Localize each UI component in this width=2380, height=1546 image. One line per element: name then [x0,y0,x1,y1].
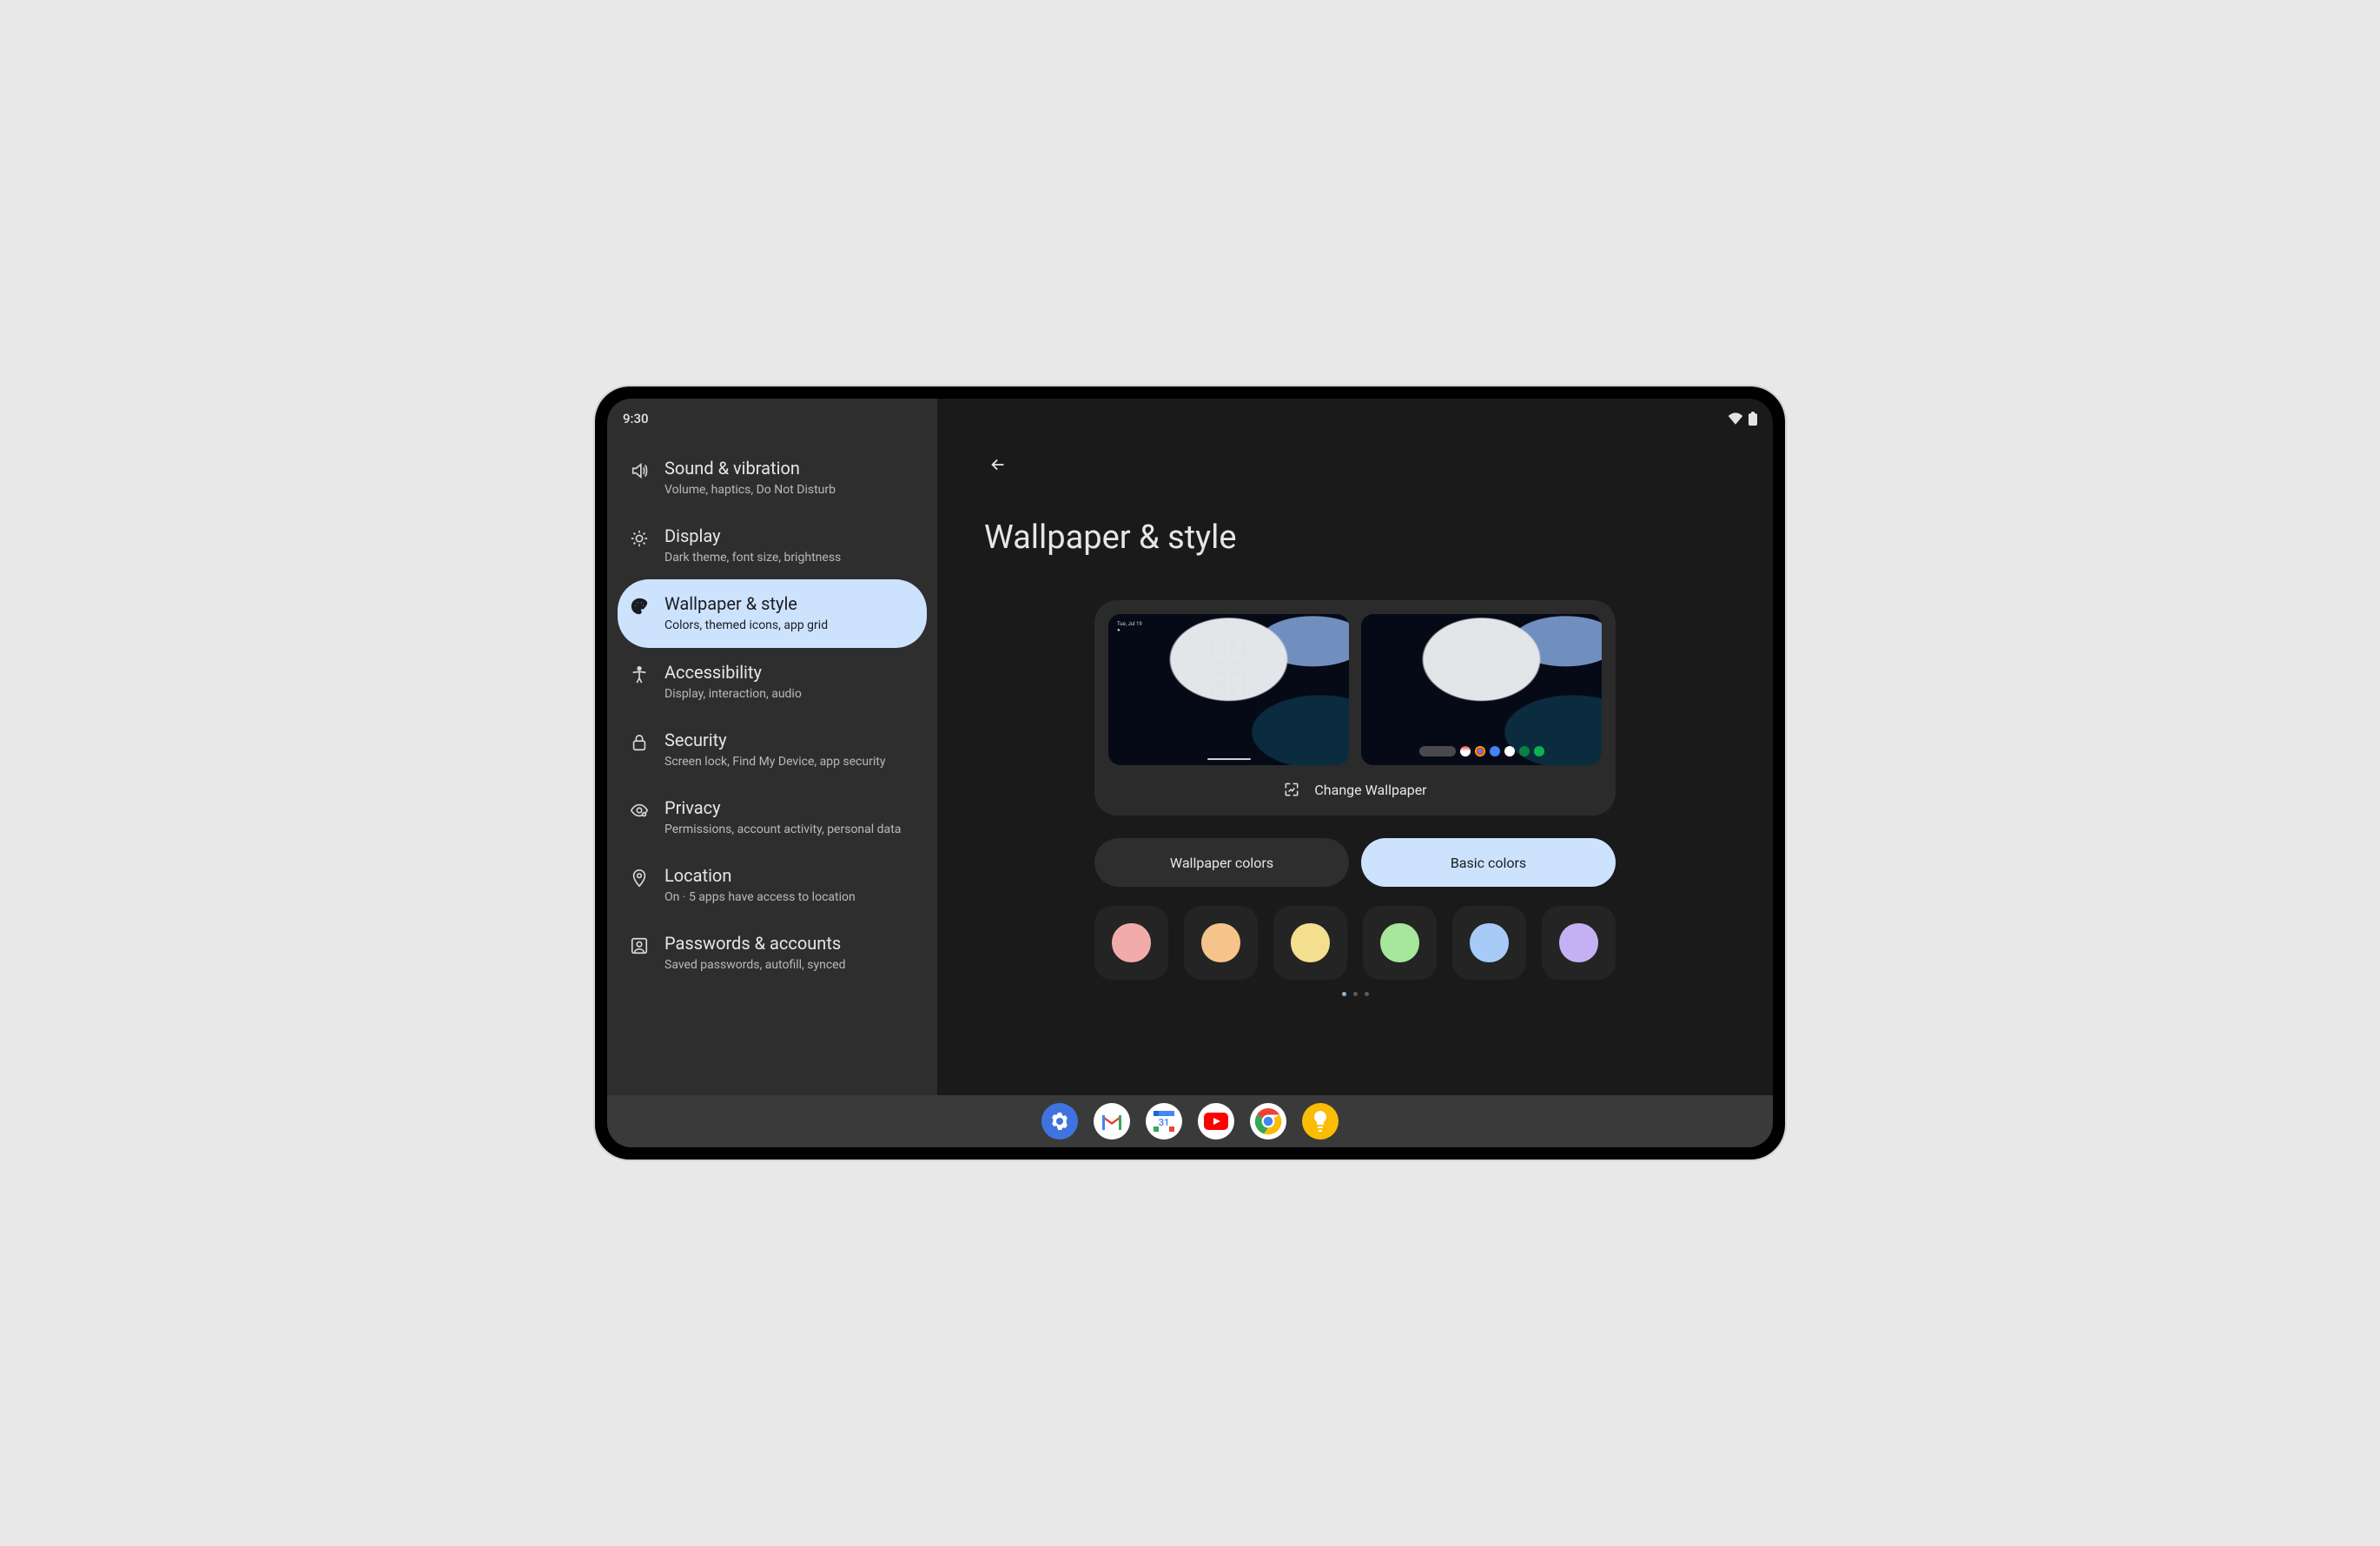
color-swatch-5[interactable] [1452,906,1526,980]
content-pane: Wallpaper & style Tue, Jul 19● 09 30 [937,399,1773,1095]
taskbar: 31 [607,1095,1773,1147]
sidebar-item-sub: Colors, themed icons, app grid [664,618,915,633]
keep-icon [1312,1110,1329,1133]
homescreen-preview[interactable] [1361,614,1602,765]
change-wallpaper-button[interactable]: Change Wallpaper [1108,781,1602,798]
swatch-circle [1380,923,1418,961]
preview-mini-status: Tue, Jul 19● [1117,621,1142,633]
sidebar-item-sub: Permissions, account activity, personal … [664,822,915,837]
color-swatch-1[interactable] [1094,906,1168,980]
swatch-circle [1201,923,1240,961]
preview-dock [1419,746,1544,756]
sidebar-item-label: Wallpaper & style [664,593,915,614]
page-title: Wallpaper & style [984,519,1729,557]
sidebar-item-display[interactable]: Display Dark theme, font size, brightnes… [618,512,927,579]
gmail-icon [1101,1113,1123,1130]
sidebar-item-security[interactable]: Security Screen lock, Find My Device, ap… [618,716,927,783]
sidebar-item-sound[interactable]: Sound & vibration Volume, haptics, Do No… [618,444,927,512]
brightness-icon [630,529,649,548]
main-area: Sound & vibration Volume, haptics, Do No… [607,399,1773,1095]
sidebar-item-label: Sound & vibration [664,458,915,479]
sidebar-item-label: Passwords & accounts [664,933,915,954]
wallpaper-preview-card: Tue, Jul 19● 09 30 [1094,600,1616,816]
sidebar-item-label: Accessibility [664,662,915,683]
taskbar-app-gmail[interactable] [1094,1103,1130,1140]
gear-icon [1049,1111,1070,1132]
pager-dot[interactable] [1353,992,1358,996]
sidebar-item-label: Privacy [664,797,915,818]
privacy-icon [630,801,649,820]
volume-icon [630,461,649,480]
taskbar-app-settings[interactable] [1041,1103,1078,1140]
palette-icon [630,597,649,616]
sidebar-item-accessibility[interactable]: Accessibility Display, interaction, audi… [618,648,927,716]
swatch-circle [1559,923,1597,961]
taskbar-app-youtube[interactable] [1198,1103,1234,1140]
sidebar-item-sub: Volume, haptics, Do Not Disturb [664,482,915,498]
lock-icon [630,733,649,752]
sidebar-item-sub: Saved passwords, autofill, synced [664,957,915,973]
calendar-icon: 31 [1151,1108,1177,1134]
change-wallpaper-label: Change Wallpaper [1314,782,1426,798]
sidebar-item-sub: Display, interaction, audio [664,686,915,702]
sidebar-item-passwords[interactable]: Passwords & accounts Saved passwords, au… [618,919,927,987]
back-button[interactable] [981,447,1015,482]
sidebar-item-location[interactable]: Location On · 5 apps have access to loca… [618,851,927,919]
preview-clock: 09 30 [1208,636,1248,702]
pager-dots [981,992,1729,996]
clock-line2: 30 [1208,669,1248,702]
sidebar-list: Sound & vibration Volume, haptics, Do No… [607,402,937,994]
device-frame: 9:30 Sound & vibration Volume, haptics, … [595,386,1785,1160]
sidebar-item-sub: Screen lock, Find My Device, app securit… [664,754,915,770]
color-swatch-3[interactable] [1273,906,1347,980]
screen: 9:30 Sound & vibration Volume, haptics, … [607,399,1773,1147]
arrow-back-icon [988,455,1008,474]
accessibility-icon [630,665,649,684]
wallpaper-icon [1283,781,1300,798]
account-icon [630,936,649,955]
svg-text:31: 31 [1159,1117,1170,1128]
pager-dot[interactable] [1342,992,1346,996]
preview-row: Tue, Jul 19● 09 30 [1108,614,1602,765]
color-tabs: Wallpaper colors Basic colors [1094,838,1616,887]
sidebar-item-wallpaper[interactable]: Wallpaper & style Colors, themed icons, … [618,579,927,647]
color-swatch-4[interactable] [1363,906,1437,980]
youtube-icon [1204,1113,1228,1130]
sidebar-item-label: Display [664,525,915,546]
sidebar-item-label: Security [664,730,915,750]
tab-basic-colors[interactable]: Basic colors [1361,838,1616,887]
swatch-circle [1112,923,1150,961]
swatch-circle [1470,923,1508,961]
sidebar-item-sub: Dark theme, font size, brightness [664,550,915,565]
taskbar-app-keep[interactable] [1302,1103,1339,1140]
preview-handle [1207,758,1251,760]
color-swatch-6[interactable] [1542,906,1616,980]
location-icon [630,869,649,888]
taskbar-app-calendar[interactable]: 31 [1146,1103,1182,1140]
tab-wallpaper-colors[interactable]: Wallpaper colors [1094,838,1349,887]
pager-dot[interactable] [1365,992,1369,996]
sidebar-item-label: Location [664,865,915,886]
sidebar-item-sub: On · 5 apps have access to location [664,889,915,905]
taskbar-app-chrome[interactable] [1250,1103,1286,1140]
color-swatch-row [1094,906,1616,980]
swatch-circle [1291,923,1329,961]
settings-sidebar: Sound & vibration Volume, haptics, Do No… [607,399,937,1095]
sidebar-item-privacy[interactable]: Privacy Permissions, account activity, p… [618,783,927,851]
color-swatch-2[interactable] [1184,906,1258,980]
chrome-icon [1254,1107,1282,1135]
lockscreen-preview[interactable]: Tue, Jul 19● 09 30 [1108,614,1349,765]
